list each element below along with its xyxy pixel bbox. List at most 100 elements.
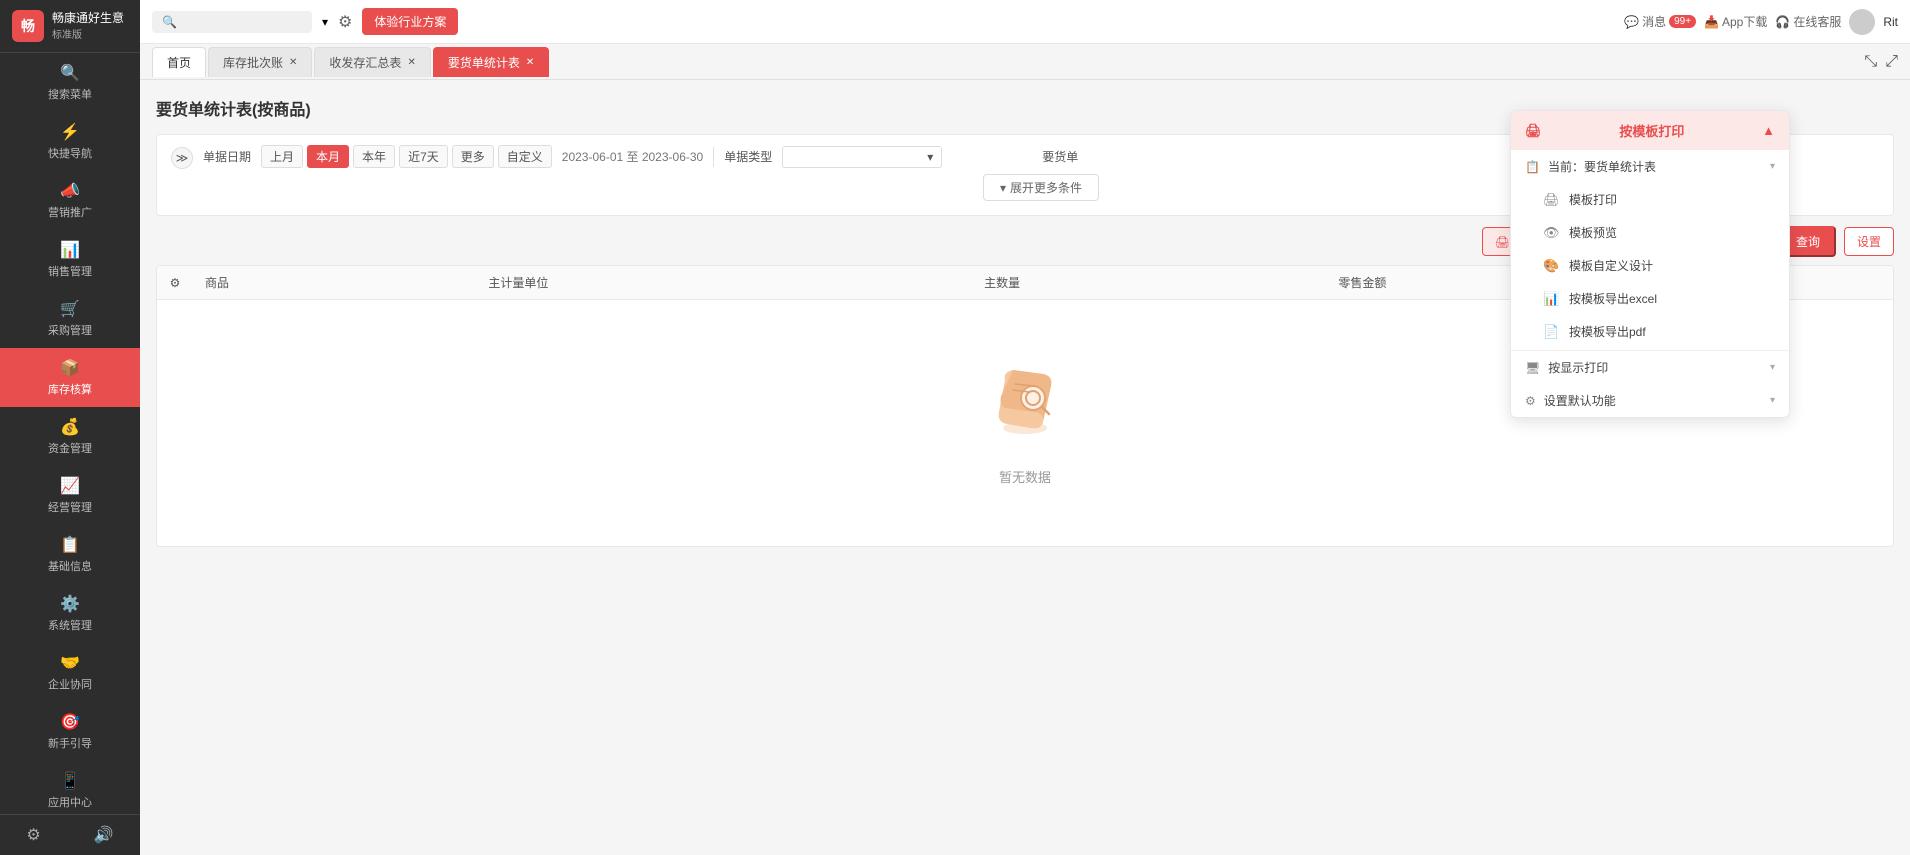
sidebar-item-marketing[interactable]: 📣 营销推广 xyxy=(0,171,140,230)
dropdown-header: 🖨 按模板打印 ▲ xyxy=(1511,111,1789,150)
sidebar-item-label: 经营管理 xyxy=(48,499,92,515)
empty-text: 暂无数据 xyxy=(999,467,1051,486)
col-qty: 主数量 xyxy=(972,266,1326,300)
expand-more-conditions-button[interactable]: ▾ 展开更多条件 xyxy=(983,174,1099,201)
tab-expand-icon[interactable]: ⤡ xyxy=(1864,53,1877,71)
sidebar-item-label: 应用中心 xyxy=(48,794,92,810)
topbar-dropdown[interactable]: ▾ xyxy=(322,15,328,29)
dropdown-item-export-excel[interactable]: 📊 按模板导出excel xyxy=(1511,282,1789,315)
tab-home-label: 首页 xyxy=(167,54,191,71)
tab-order-stats-close[interactable]: ✕ xyxy=(526,57,534,68)
app-download-button[interactable]: 📥 App下载 xyxy=(1704,13,1767,30)
date-btn-more[interactable]: 更多 xyxy=(452,145,494,168)
sales-icon: 📊 xyxy=(60,240,80,260)
username-label: Rit xyxy=(1883,15,1898,29)
tab-home[interactable]: 首页 xyxy=(152,47,206,77)
dropdown-chevron-up[interactable]: ▲ xyxy=(1762,123,1775,138)
column-settings-icon[interactable]: ⚙ xyxy=(170,276,181,290)
operation-icon: 📈 xyxy=(60,476,80,496)
dropdown-current-template[interactable]: 📋 当前：要货单统计表 ▾ xyxy=(1511,150,1789,183)
dropdown-display-print[interactable]: 🖥 按显示打印 ▾ xyxy=(1511,351,1789,384)
topbar-actions: 💬 消息 99+ 📥 App下载 🎧 在线客服 Rit xyxy=(1624,9,1898,35)
settings-bottom-icon[interactable]: ⚙ xyxy=(26,825,40,845)
expand-label: 展开更多条件 xyxy=(1010,179,1082,196)
audio-bottom-icon[interactable]: 🔊 xyxy=(94,825,114,845)
app-name: 畅康通好生意 xyxy=(52,11,124,27)
current-template-chevron: ▾ xyxy=(1770,161,1775,172)
topbar-search-box[interactable]: 🔍 xyxy=(152,11,312,33)
sidebar-item-purchase[interactable]: 🛒 采购管理 xyxy=(0,289,140,348)
dropdown-sub-section: 🖥 按显示打印 ▾ ⚙ 设置默认功能 ▾ xyxy=(1511,350,1789,417)
search-icon: 🔍 xyxy=(60,63,80,83)
sidebar-item-quicknav[interactable]: ⚡ 快捷导航 xyxy=(0,112,140,171)
service-icon: 🎧 xyxy=(1775,15,1790,29)
finance-icon: 💰 xyxy=(60,417,80,437)
message-button[interactable]: 💬 消息 99+ xyxy=(1624,13,1696,30)
current-template-icon: 📋 xyxy=(1525,160,1540,174)
sidebar-item-basic[interactable]: 📋 基础信息 xyxy=(0,525,140,584)
sidebar-item-label: 系统管理 xyxy=(48,617,92,633)
expand-icon: ▾ xyxy=(1000,181,1006,195)
main-content: 要货单统计表(按商品) ≫ 单据日期 上月 本月 本年 近7天 更多 自定义 2… xyxy=(140,80,1910,855)
sidebar-bottom: ⚙ 🔊 xyxy=(0,814,140,855)
online-service-button[interactable]: 🎧 在线客服 xyxy=(1775,13,1841,30)
sidebar-item-sales[interactable]: 📊 销售管理 xyxy=(0,230,140,289)
sidebar-nav: 🔍 搜索菜单 ⚡ 快捷导航 📣 营销推广 📊 销售管理 🛒 采购管理 📦 库存核… xyxy=(0,53,140,814)
dropdown-default-func[interactable]: ⚙ 设置默认功能 ▾ xyxy=(1511,384,1789,417)
sidebar-item-label: 新手引导 xyxy=(48,735,92,751)
sidebar-item-guide[interactable]: 🎯 新手引导 xyxy=(0,702,140,761)
sidebar-item-system[interactable]: ⚙️ 系统管理 xyxy=(0,584,140,643)
default-func-icon: ⚙ xyxy=(1525,394,1536,408)
topbar-gear-icon[interactable]: ⚙ xyxy=(338,12,352,32)
sidebar-item-collab[interactable]: 🤝 企业协同 xyxy=(0,643,140,702)
dropdown-item-template-print[interactable]: 🖨 模板打印 xyxy=(1511,183,1789,216)
industry-solution-button[interactable]: 体验行业方案 xyxy=(362,8,458,35)
date-btn-7days[interactable]: 近7天 xyxy=(399,145,448,168)
sidebar: 畅 畅康通好生意 标准版 🔍 搜索菜单 ⚡ 快捷导航 📣 营销推广 📊 销售管理… xyxy=(0,0,140,855)
dropdown-item-export-pdf[interactable]: 📄 按模板导出pdf xyxy=(1511,315,1789,348)
topbar-search-icon: 🔍 xyxy=(162,15,177,29)
template-design-icon: 🎨 xyxy=(1543,258,1559,274)
print-icon: 🖨 xyxy=(1495,235,1510,249)
sidebar-item-inventory[interactable]: 📦 库存核算 xyxy=(0,348,140,407)
filter-divider xyxy=(713,147,714,167)
order-type-label: 要货单 xyxy=(1042,148,1078,165)
tab-minimize-icon[interactable]: ⤢ xyxy=(1885,53,1898,71)
tab-summary[interactable]: 收发存汇总表 ✕ xyxy=(314,47,430,77)
sidebar-item-label: 销售管理 xyxy=(48,263,92,279)
col-unit: 主计量单位 xyxy=(476,266,972,300)
basic-icon: 📋 xyxy=(60,535,80,555)
sidebar-item-label: 企业协同 xyxy=(48,676,92,692)
print-dropdown-menu: 🖨 按模板打印 ▲ 📋 当前：要货单统计表 ▾ 🖨 模板打印 👁 模板预览 xyxy=(1510,110,1790,418)
display-print-icon: 🖥 xyxy=(1525,361,1540,375)
tab-order-stats[interactable]: 要货单统计表 ✕ xyxy=(433,47,549,77)
message-icon: 💬 xyxy=(1624,15,1639,29)
dropdown-item-template-preview[interactable]: 👁 模板预览 xyxy=(1511,216,1789,249)
sidebar-item-finance[interactable]: 💰 资金管理 xyxy=(0,407,140,466)
tab-batch[interactable]: 库存批次账 ✕ xyxy=(208,47,312,77)
inventory-icon: 📦 xyxy=(60,358,80,378)
user-avatar[interactable] xyxy=(1849,9,1875,35)
date-btn-prev-month[interactable]: 上月 xyxy=(261,145,303,168)
date-btn-this-year[interactable]: 本年 xyxy=(353,145,395,168)
sidebar-item-operation[interactable]: 📈 经营管理 xyxy=(0,466,140,525)
date-btn-this-month[interactable]: 本月 xyxy=(307,145,349,168)
settings-button[interactable]: 设置 xyxy=(1844,227,1894,256)
template-print-icon: 🖨 xyxy=(1543,192,1559,208)
filter-expand-button[interactable]: ≫ xyxy=(171,147,193,169)
tab-summary-close[interactable]: ✕ xyxy=(407,57,415,68)
filter-date-buttons: 上月 本月 本年 近7天 更多 自定义 xyxy=(261,145,552,168)
tab-batch-close[interactable]: ✕ xyxy=(289,57,297,68)
doc-type-label: 单据类型 xyxy=(724,148,772,165)
sidebar-item-apps[interactable]: 📱 应用中心 xyxy=(0,761,140,814)
quicknav-icon: ⚡ xyxy=(60,122,80,142)
doc-type-select[interactable]: ▾ xyxy=(782,146,942,168)
topbar: 🔍 ▾ ⚙ 体验行业方案 💬 消息 99+ 📥 App下载 🎧 在线客服 Rit xyxy=(140,0,1910,44)
download-icon: 📥 xyxy=(1704,15,1719,29)
dropdown-item-template-design[interactable]: 🎨 模板自定义设计 xyxy=(1511,249,1789,282)
app-edition: 标准版 xyxy=(52,26,124,41)
col-product: 商品 xyxy=(193,266,476,300)
sidebar-item-label: 基础信息 xyxy=(48,558,92,574)
date-btn-custom[interactable]: 自定义 xyxy=(498,145,552,168)
sidebar-item-search[interactable]: 🔍 搜索菜单 xyxy=(0,53,140,112)
